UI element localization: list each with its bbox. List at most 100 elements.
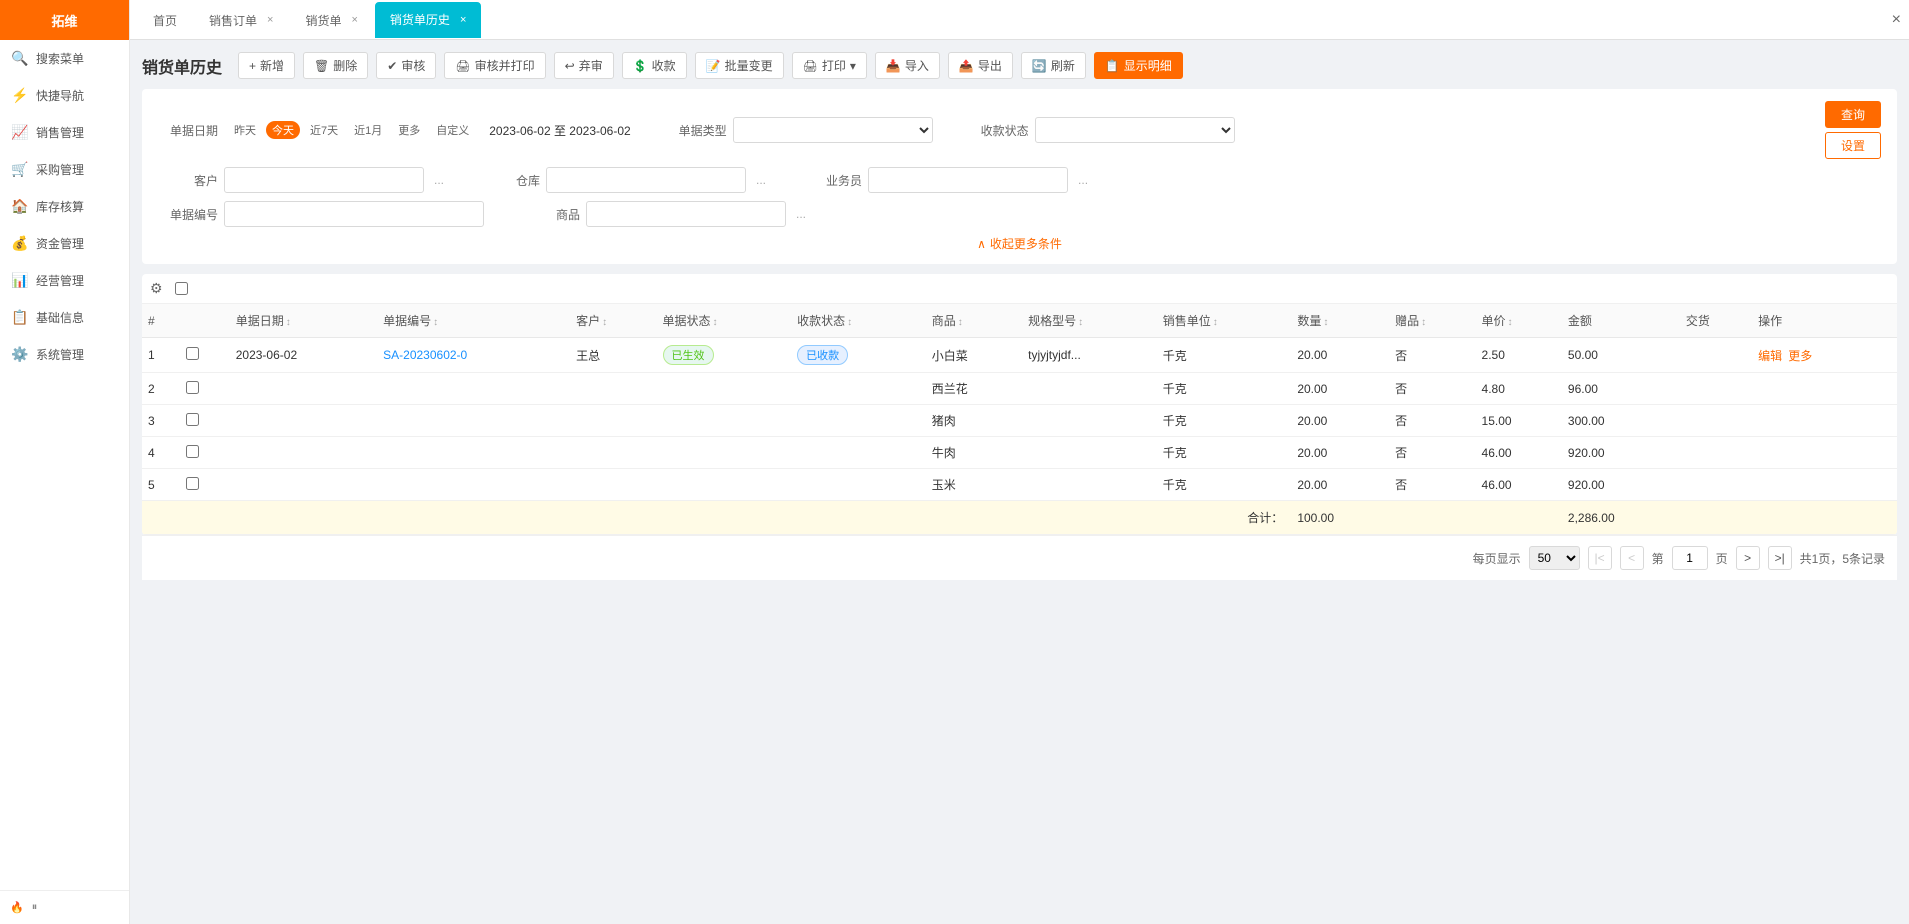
cell-checkbox[interactable] — [180, 437, 230, 469]
payment-status-select[interactable] — [1035, 117, 1235, 143]
cell-actions[interactable] — [1752, 469, 1897, 501]
date-tag-yesterday[interactable]: 昨天 — [228, 121, 262, 139]
cell-checkbox[interactable] — [180, 469, 230, 501]
cell-spec — [1022, 405, 1157, 437]
filter-date-item: 单据日期 昨天 今天 近7天 近1月 更多 自定义 2023-06-02 至 2… — [158, 121, 631, 139]
date-tag-more[interactable]: 更多 — [392, 121, 426, 139]
col-spec[interactable]: 规格型号 — [1022, 304, 1157, 338]
sidebar-item-quick-nav[interactable]: ⚡ 快捷导航 — [0, 77, 129, 114]
cell-unit-price: 2.50 — [1476, 338, 1562, 373]
sidebar-item-label: 搜索菜单 — [36, 50, 84, 67]
first-page-btn[interactable]: |< — [1588, 546, 1612, 570]
tab-close-sales-delivery[interactable]: × — [351, 14, 357, 26]
refresh-button[interactable]: 🔄 刷新 — [1021, 52, 1086, 79]
cell-doc-status — [657, 437, 792, 469]
export-button[interactable]: 📤 导出 — [948, 52, 1013, 79]
col-doc-no[interactable]: 单据编号 — [377, 304, 570, 338]
cell-doc-no[interactable] — [377, 373, 570, 405]
cell-qty: 20.00 — [1291, 373, 1389, 405]
cell-actions[interactable] — [1752, 373, 1897, 405]
goods-dots[interactable]: ... — [796, 207, 806, 221]
cell-doc-no[interactable] — [377, 405, 570, 437]
table-settings-icon[interactable]: ⚙ — [150, 280, 163, 297]
sidebar-item-operation-mgmt[interactable]: 📊 经营管理 — [0, 262, 129, 299]
sidebar-fire-btn[interactable]: 🔥 — [10, 901, 24, 914]
select-all-checkbox[interactable] — [175, 282, 188, 295]
date-tag-1month[interactable]: 近1月 — [348, 121, 388, 139]
sidebar-item-sales-mgmt[interactable]: 📈 销售管理 — [0, 114, 129, 151]
col-doc-date[interactable]: 单据日期 — [230, 304, 377, 338]
tab-sales-delivery[interactable]: 销货单 × — [290, 2, 372, 38]
review-button[interactable]: ✔ 审核 — [376, 52, 436, 79]
col-qty[interactable]: 数量 — [1291, 304, 1389, 338]
cell-qty: 20.00 — [1291, 338, 1389, 373]
print-button[interactable]: 🖨 打印 ▾ — [792, 52, 867, 79]
col-goods[interactable]: 商品 — [926, 304, 1022, 338]
basic-info-icon: 📋 — [12, 310, 28, 326]
cell-actions[interactable] — [1752, 405, 1897, 437]
cell-checkbox[interactable] — [180, 373, 230, 405]
col-customer[interactable]: 客户 — [570, 304, 656, 338]
tab-close-sales-history[interactable]: × — [460, 14, 466, 26]
new-button[interactable]: + 新增 — [238, 52, 295, 79]
tab-close-sales-order[interactable]: × — [267, 14, 273, 26]
tab-sales-order[interactable]: 销售订单 × — [194, 2, 288, 38]
doc-type-select[interactable] — [733, 117, 933, 143]
set-button[interactable]: 设置 — [1825, 132, 1881, 159]
warehouse-input[interactable] — [546, 167, 746, 193]
cell-checkbox[interactable] — [180, 338, 230, 373]
cell-checkbox[interactable] — [180, 405, 230, 437]
customer-input[interactable] — [224, 167, 424, 193]
review-print-button[interactable]: 🖨 审核并打印 — [444, 52, 545, 79]
collect-button[interactable]: 💲 收款 — [622, 52, 687, 79]
sidebar-item-label: 经营管理 — [36, 272, 84, 289]
sidebar-pause-btn[interactable]: ⏸ — [32, 901, 38, 914]
col-unit-price[interactable]: 单价 — [1476, 304, 1562, 338]
cell-doc-date — [230, 437, 377, 469]
cell-doc-no[interactable] — [377, 469, 570, 501]
sidebar-item-basic-info[interactable]: 📋 基础信息 — [0, 299, 129, 336]
date-tag-7days[interactable]: 近7天 — [304, 121, 344, 139]
cell-doc-status: 已生效 — [657, 338, 792, 373]
per-page-select[interactable]: 50 10 20 100 — [1529, 546, 1580, 570]
cell-actions[interactable] — [1752, 437, 1897, 469]
cell-seq: 3 — [142, 405, 180, 437]
cell-doc-no[interactable] — [377, 437, 570, 469]
query-button[interactable]: 查询 — [1825, 101, 1881, 128]
sidebar-item-system-mgmt[interactable]: ⚙️ 系统管理 — [0, 336, 129, 373]
col-gift[interactable]: 赠品 — [1389, 304, 1475, 338]
date-tag-today[interactable]: 今天 — [266, 121, 300, 139]
batch-change-button[interactable]: 📝 批量变更 — [695, 52, 784, 79]
col-payment-status[interactable]: 收款状态 — [791, 304, 926, 338]
next-page-btn[interactable]: > — [1736, 546, 1760, 570]
staff-dots[interactable]: ... — [1078, 173, 1088, 187]
last-page-btn[interactable]: >| — [1768, 546, 1792, 570]
delete-button[interactable]: 🗑 删除 — [303, 52, 368, 79]
cell-doc-no[interactable]: SA-20230602-0 — [377, 338, 570, 373]
col-unit[interactable]: 销售单位 — [1157, 304, 1292, 338]
warehouse-dots[interactable]: ... — [756, 173, 766, 187]
doc-no-input[interactable] — [224, 201, 484, 227]
page-title: 销货单历史 — [142, 54, 222, 78]
window-close-icon[interactable]: × — [1892, 11, 1901, 29]
date-tag-custom[interactable]: 自定义 — [430, 121, 475, 139]
collapse-btn[interactable]: ∧ 收起更多条件 — [158, 235, 1881, 252]
import-button[interactable]: 📥 导入 — [875, 52, 940, 79]
tab-sales-history[interactable]: 销货单历史 × — [375, 2, 481, 38]
abandon-button[interactable]: ↩ 弃审 — [554, 52, 614, 79]
sidebar-item-inventory-calc[interactable]: 🏠 库存核算 — [0, 188, 129, 225]
sidebar-item-search-menu[interactable]: 🔍 搜索菜单 — [0, 40, 129, 77]
col-doc-status[interactable]: 单据状态 — [657, 304, 792, 338]
sidebar-item-capital-mgmt[interactable]: 💰 资金管理 — [0, 225, 129, 262]
sidebar-item-purchase-mgmt[interactable]: 🛒 采购管理 — [0, 151, 129, 188]
staff-input[interactable] — [868, 167, 1068, 193]
customer-dots[interactable]: ... — [434, 173, 444, 187]
filter-panel: 单据日期 昨天 今天 近7天 近1月 更多 自定义 2023-06-02 至 2… — [142, 89, 1897, 264]
prev-page-btn[interactable]: < — [1620, 546, 1644, 570]
page-input[interactable] — [1672, 546, 1708, 570]
tab-home[interactable]: 首页 — [138, 2, 192, 38]
goods-input[interactable] — [586, 201, 786, 227]
cell-actions[interactable]: 编辑更多 — [1752, 338, 1897, 373]
show-detail-button[interactable]: 📋 显示明细 — [1094, 52, 1183, 79]
operation-icon: 📊 — [12, 273, 28, 289]
